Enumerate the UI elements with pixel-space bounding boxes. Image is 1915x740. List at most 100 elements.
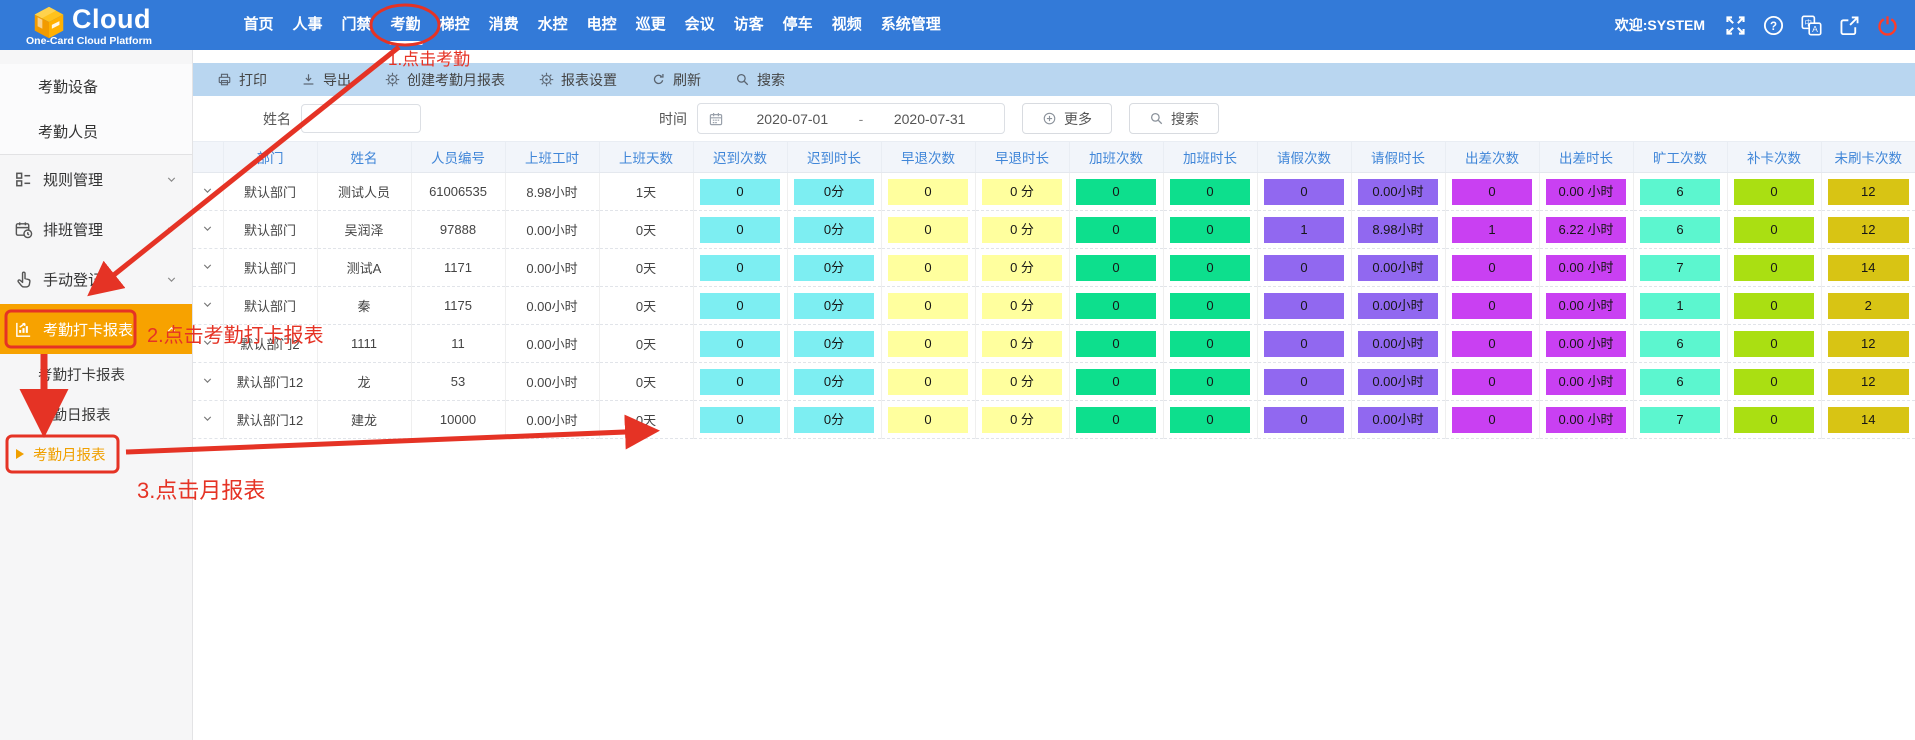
translate-icon[interactable]: 中 A [1800, 14, 1823, 37]
cell: 测试A [317, 249, 411, 287]
column-header[interactable]: 出差时长 [1539, 142, 1633, 173]
sidebar-item-attendance-device[interactable]: 考勤设备 [0, 64, 192, 109]
cell: 0 [1069, 211, 1163, 249]
cell: 0 分 [975, 363, 1069, 401]
create-monthly-report-button[interactable]: 创建考勤月报表 [385, 70, 505, 90]
nav-item-consume[interactable]: 消费 [489, 0, 519, 50]
sidebar-item-rule-management[interactable]: 规则管理 [0, 154, 192, 204]
nav-item-electric[interactable]: 电控 [587, 0, 617, 50]
nav-item-system[interactable]: 系统管理 [881, 0, 941, 50]
cell: 2 [1821, 287, 1915, 325]
sidebar-subitem-attendance-punch-report[interactable]: 考勤打卡报表 [0, 354, 192, 394]
column-header[interactable]: 补卡次数 [1727, 142, 1821, 173]
export-icon [301, 72, 316, 87]
column-header[interactable]: 人员编号 [411, 142, 505, 173]
cell: 0 [693, 325, 787, 363]
cell: 0.00 小时 [1539, 287, 1633, 325]
new-window-icon[interactable] [1838, 14, 1861, 37]
nav-item-meeting[interactable]: 会议 [685, 0, 715, 50]
cell: 默认部门2 [223, 325, 317, 363]
column-header[interactable]: 出差次数 [1445, 142, 1539, 173]
sidebar-subitem-attendance-monthly-report[interactable]: 考勤月报表 [0, 434, 192, 474]
cell-value: 0.00小时 [1358, 293, 1438, 319]
search-button[interactable]: 搜索 [735, 70, 785, 90]
cell-value: 0 分 [982, 331, 1062, 357]
column-header[interactable]: 加班次数 [1069, 142, 1163, 173]
column-header[interactable]: 上班天数 [599, 142, 693, 173]
date-end[interactable]: 2020-07-31 [865, 111, 994, 127]
cell: 0 [1257, 287, 1351, 325]
cell: 1 [1633, 287, 1727, 325]
column-header[interactable]: 部门 [223, 142, 317, 173]
column-header[interactable]: 加班时长 [1163, 142, 1257, 173]
help-icon[interactable]: ? [1762, 14, 1785, 37]
row-expander[interactable] [193, 173, 223, 211]
row-expander[interactable] [193, 325, 223, 363]
nav-item-attendance[interactable]: 考勤 [391, 0, 421, 50]
cell-value: 0 [1170, 331, 1250, 357]
column-header[interactable]: 请假次数 [1257, 142, 1351, 173]
column-header[interactable]: 早退时长 [975, 142, 1069, 173]
row-expander[interactable] [193, 211, 223, 249]
filterbar: 姓名 时间 2020-07-01 - 2020-07-31 [193, 96, 1915, 141]
cell-value: 0 [700, 293, 780, 319]
nav-item-hr[interactable]: 人事 [293, 0, 323, 50]
column-header[interactable]: 请假时长 [1351, 142, 1445, 173]
date-start[interactable]: 2020-07-01 [728, 111, 857, 127]
search-icon [1149, 111, 1164, 126]
cell: 0.00 小时 [1539, 173, 1633, 211]
cell: 1 [1257, 211, 1351, 249]
cell: 默认部门 [223, 211, 317, 249]
sidebar-item-attendance-personnel[interactable]: 考勤人员 [0, 109, 192, 154]
cell: 0 [881, 287, 975, 325]
fullscreen-icon[interactable] [1724, 14, 1747, 37]
cell-value: 0 [1734, 255, 1814, 281]
column-header[interactable]: 旷工次数 [1633, 142, 1727, 173]
cell-value: 14 [1828, 407, 1909, 433]
sidebar-item-manual-register[interactable]: 手动登记 [0, 254, 192, 304]
sidebar-item-shift-management[interactable]: 排班管理 [0, 204, 192, 254]
nav-item-parking[interactable]: 停车 [783, 0, 813, 50]
nav-item-patrol[interactable]: 巡更 [636, 0, 666, 50]
nav-item-access[interactable]: 门禁 [342, 0, 372, 50]
cell: 默认部门12 [223, 401, 317, 439]
name-input[interactable] [301, 104, 421, 133]
more-button[interactable]: 更多 [1022, 103, 1112, 134]
date-range-picker[interactable]: 2020-07-01 - 2020-07-31 [697, 103, 1005, 134]
cell-value: 1 [1640, 293, 1720, 319]
cell: 7 [1633, 249, 1727, 287]
cell: 8.98小时 [505, 173, 599, 211]
cell: 0 [881, 173, 975, 211]
cell-value: 0 [700, 369, 780, 395]
column-header[interactable]: 姓名 [317, 142, 411, 173]
nav-item-elevator[interactable]: 梯控 [440, 0, 470, 50]
row-expander[interactable] [193, 249, 223, 287]
nav-item-video[interactable]: 视频 [832, 0, 862, 50]
print-button[interactable]: 打印 [217, 70, 267, 90]
column-header[interactable]: 未刷卡次数 [1821, 142, 1915, 173]
filter-search-button[interactable]: 搜索 [1129, 103, 1219, 134]
export-button[interactable]: 导出 [301, 70, 351, 90]
cell-value: 0 [1264, 293, 1344, 319]
cell-value: 1 [1264, 217, 1344, 243]
nav-item-home[interactable]: 首页 [244, 0, 274, 50]
nav-item-water[interactable]: 水控 [538, 0, 568, 50]
column-header[interactable]: 迟到次数 [693, 142, 787, 173]
column-header[interactable]: 早退次数 [881, 142, 975, 173]
sidebar-item-attendance-punch-report[interactable]: 考勤打卡报表 [0, 304, 192, 354]
table-header-row: 部门姓名人员编号上班工时上班天数迟到次数迟到时长早退次数早退时长加班次数加班时长… [193, 142, 1915, 173]
plus-circle-icon [1042, 111, 1057, 126]
power-icon[interactable] [1876, 14, 1899, 37]
time-filter-label: 时间 [659, 109, 687, 129]
refresh-button[interactable]: 刷新 [651, 70, 701, 90]
row-expander[interactable] [193, 287, 223, 325]
cell-value: 0.00 小时 [1546, 179, 1626, 205]
column-header[interactable]: 上班工时 [505, 142, 599, 173]
report-settings-button[interactable]: 报表设置 [539, 70, 617, 90]
column-header[interactable]: 迟到时长 [787, 142, 881, 173]
nav-item-visitor[interactable]: 访客 [734, 0, 764, 50]
row-expander[interactable] [193, 401, 223, 439]
cell: 0 [881, 363, 975, 401]
row-expander[interactable] [193, 363, 223, 401]
sidebar-subitem-attendance-daily-report[interactable]: 考勤日报表 [0, 394, 192, 434]
